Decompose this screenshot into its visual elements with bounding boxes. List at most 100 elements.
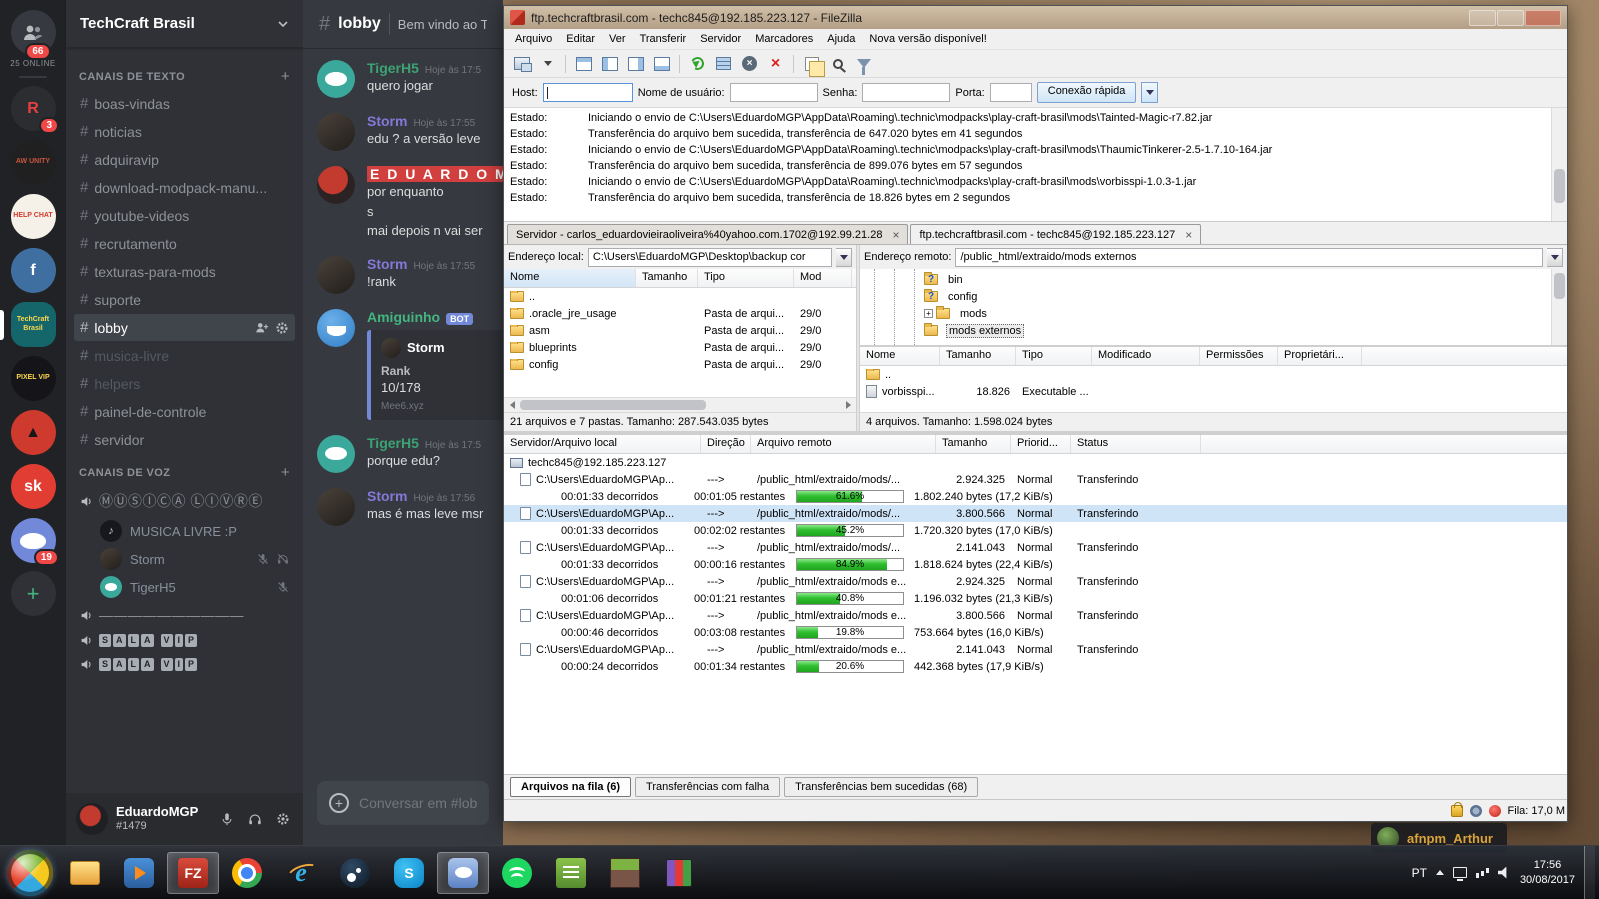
channel-item[interactable]: boas-vindas [74, 90, 295, 117]
queue-server-row[interactable]: techc845@192.185.223.127 [504, 454, 1567, 471]
queue-file-row[interactable]: C:\Users\EduardoMGP\Ap... ---> /public_htm… [504, 471, 1567, 488]
server-icon-8[interactable]: sk [0, 464, 66, 509]
server-icon-4[interactable]: f [0, 248, 66, 293]
clock[interactable]: 17:56 30/08/2017 [1520, 858, 1575, 887]
voice-channel[interactable]: SALAVIP [74, 629, 295, 652]
menu-item[interactable]: Ajuda [820, 31, 862, 47]
volume-tray-icon[interactable] [1497, 866, 1507, 879]
taskbar-discord[interactable] [437, 851, 489, 894]
column-header[interactable]: Tamanho [940, 347, 1016, 365]
message-input[interactable]: Conversar em #lobby [317, 781, 489, 825]
find-files-icon[interactable] [826, 53, 849, 75]
taskbar-winrar[interactable] [653, 852, 705, 894]
channel-item[interactable]: helpers [74, 370, 295, 397]
site-manager-icon[interactable] [510, 53, 533, 75]
home-button[interactable]: 66 [10, 10, 56, 60]
taskbar-minecraft[interactable] [599, 852, 651, 894]
menu-item[interactable]: Arquivo [508, 31, 559, 47]
close-tab-icon[interactable] [892, 228, 899, 242]
column-header[interactable]: Nome [504, 269, 636, 287]
queue-tab[interactable]: Transferências bem sucedidas (68) [784, 777, 979, 797]
column-header[interactable]: Tipo [698, 269, 794, 287]
title-bar[interactable]: ftp.techcraftbrasil.com - techc845@192.1… [504, 6, 1567, 29]
channel-item[interactable]: texturas-para-mods [74, 258, 295, 285]
column-header[interactable]: Priorid... [1011, 435, 1071, 453]
password-input[interactable] [862, 83, 951, 102]
taskbar-spotify[interactable] [491, 852, 543, 894]
message-author[interactable]: Amiguinho [367, 309, 440, 325]
username-input[interactable] [729, 83, 818, 102]
voice-user[interactable]: TigerH5 [66, 573, 303, 601]
transfer-progress-row[interactable]: 00:01:33 decorridos 00:01:05 restantes 61.… [504, 488, 1567, 505]
column-header[interactable]: Status [1071, 435, 1201, 453]
minimize-button[interactable] [1469, 9, 1496, 26]
transfer-progress-row[interactable]: 00:00:46 decorridos 00:03:08 restantes 19.… [504, 624, 1567, 641]
taskbar-media-player[interactable] [113, 852, 165, 894]
channel-item[interactable]: youtube-videos [74, 202, 295, 229]
toggle-local-tree-icon[interactable] [598, 53, 621, 75]
scrollbar-thumb[interactable] [520, 400, 706, 410]
column-header[interactable]: Direção [701, 435, 751, 453]
column-header[interactable]: Servidor/Arquivo local [504, 435, 701, 453]
add-channel-icon[interactable] [281, 464, 290, 481]
taskbar-notepad[interactable] [545, 852, 597, 894]
channel-item[interactable]: suporte [74, 286, 295, 313]
server-icon-9[interactable]: 19 [0, 518, 66, 566]
message-author[interactable]: Storm [367, 488, 407, 504]
message-author[interactable]: E D U A R D O M [367, 166, 503, 182]
file-row[interactable]: .oracle_jre_usage Pasta de arqui... 29/0 [504, 305, 856, 322]
taskbar-skype[interactable]: S [383, 852, 435, 894]
local-hscrollbar[interactable] [504, 397, 856, 412]
column-header[interactable]: Arquivo remoto [751, 435, 936, 453]
toggle-queue-icon[interactable] [650, 53, 673, 75]
toggle-log-icon[interactable] [572, 53, 595, 75]
show-hidden-icons-icon[interactable] [1435, 870, 1444, 875]
queue-tab[interactable]: Arquivos na fila (6) [510, 777, 632, 797]
close-tab-icon[interactable] [1185, 228, 1192, 242]
local-address-input[interactable]: C:\Users\EduardoMGP\Desktop\backup cor [587, 247, 832, 267]
language-indicator[interactable]: PT [1412, 866, 1427, 880]
menu-item[interactable]: Servidor [693, 31, 748, 47]
menu-item[interactable]: Editar [559, 31, 602, 47]
column-header[interactable]: Tamanho [936, 435, 1011, 453]
tree-item[interactable]: mods [860, 305, 1551, 322]
message-author[interactable]: TigerH5 [367, 435, 419, 451]
tree-item[interactable]: mods externos [860, 322, 1551, 339]
server-icon-6[interactable]: PIXEL VIP [0, 356, 66, 401]
log-scrollbar[interactable] [1551, 108, 1567, 221]
file-row[interactable]: vorbisspi... 18.826 Executable ... [860, 383, 1567, 400]
server-icon-5[interactable]: TechCraft Brasil [0, 302, 66, 347]
message-author[interactable]: Storm [367, 113, 407, 129]
scrollbar-thumb[interactable] [1554, 169, 1565, 203]
menu-item[interactable]: Nova versão disponível! [862, 31, 993, 47]
start-button[interactable] [7, 849, 53, 896]
site-manager-dropdown-icon[interactable] [536, 53, 559, 75]
quickconnect-dropdown-icon[interactable] [1141, 82, 1159, 103]
connection-tab[interactable]: Servidor - carlos_eduardovieiraoliveira%… [507, 224, 909, 244]
filter-icon[interactable] [852, 53, 875, 75]
remote-address-dropdown-icon[interactable] [1547, 247, 1563, 267]
server-icon-7[interactable]: ▲ [0, 410, 66, 455]
show-desktop-button[interactable] [1584, 846, 1595, 899]
transfer-progress-row[interactable]: 00:01:06 decorridos 00:01:21 restantes 40.… [504, 590, 1567, 607]
server-icon-3[interactable]: HELP CHAT [0, 194, 66, 239]
queue-file-row[interactable]: C:\Users\EduardoMGP\Ap... ---> /public_htm… [504, 505, 1567, 522]
mic-icon[interactable] [217, 812, 237, 826]
channel-item[interactable]: recrutamento [74, 230, 295, 257]
taskbar-internet-explorer[interactable]: e [275, 852, 327, 894]
transfer-progress-row[interactable]: 00:01:33 decorridos 00:00:16 restantes 84.… [504, 556, 1567, 573]
file-row[interactable]: .. [860, 366, 1567, 383]
headphones-icon[interactable] [245, 812, 265, 826]
transfer-progress-row[interactable]: 00:00:24 decorridos 00:01:34 restantes 20.… [504, 658, 1567, 675]
channel-item[interactable]: noticias [74, 118, 295, 145]
disconnect-icon[interactable] [764, 53, 787, 75]
add-server-button[interactable]: + [10, 571, 56, 616]
voice-user[interactable]: Storm [66, 545, 303, 573]
column-header[interactable]: Nome [860, 347, 940, 365]
voice-channel[interactable]: SALAVIP [74, 653, 295, 676]
column-header[interactable]: Proprietári... [1278, 347, 1362, 365]
server-icon-2[interactable]: AW UNITY [0, 140, 66, 185]
channel-item[interactable]: lobby [74, 314, 295, 341]
tree-scrollbar[interactable] [1551, 269, 1567, 345]
menu-item[interactable]: Marcadores [748, 31, 820, 47]
